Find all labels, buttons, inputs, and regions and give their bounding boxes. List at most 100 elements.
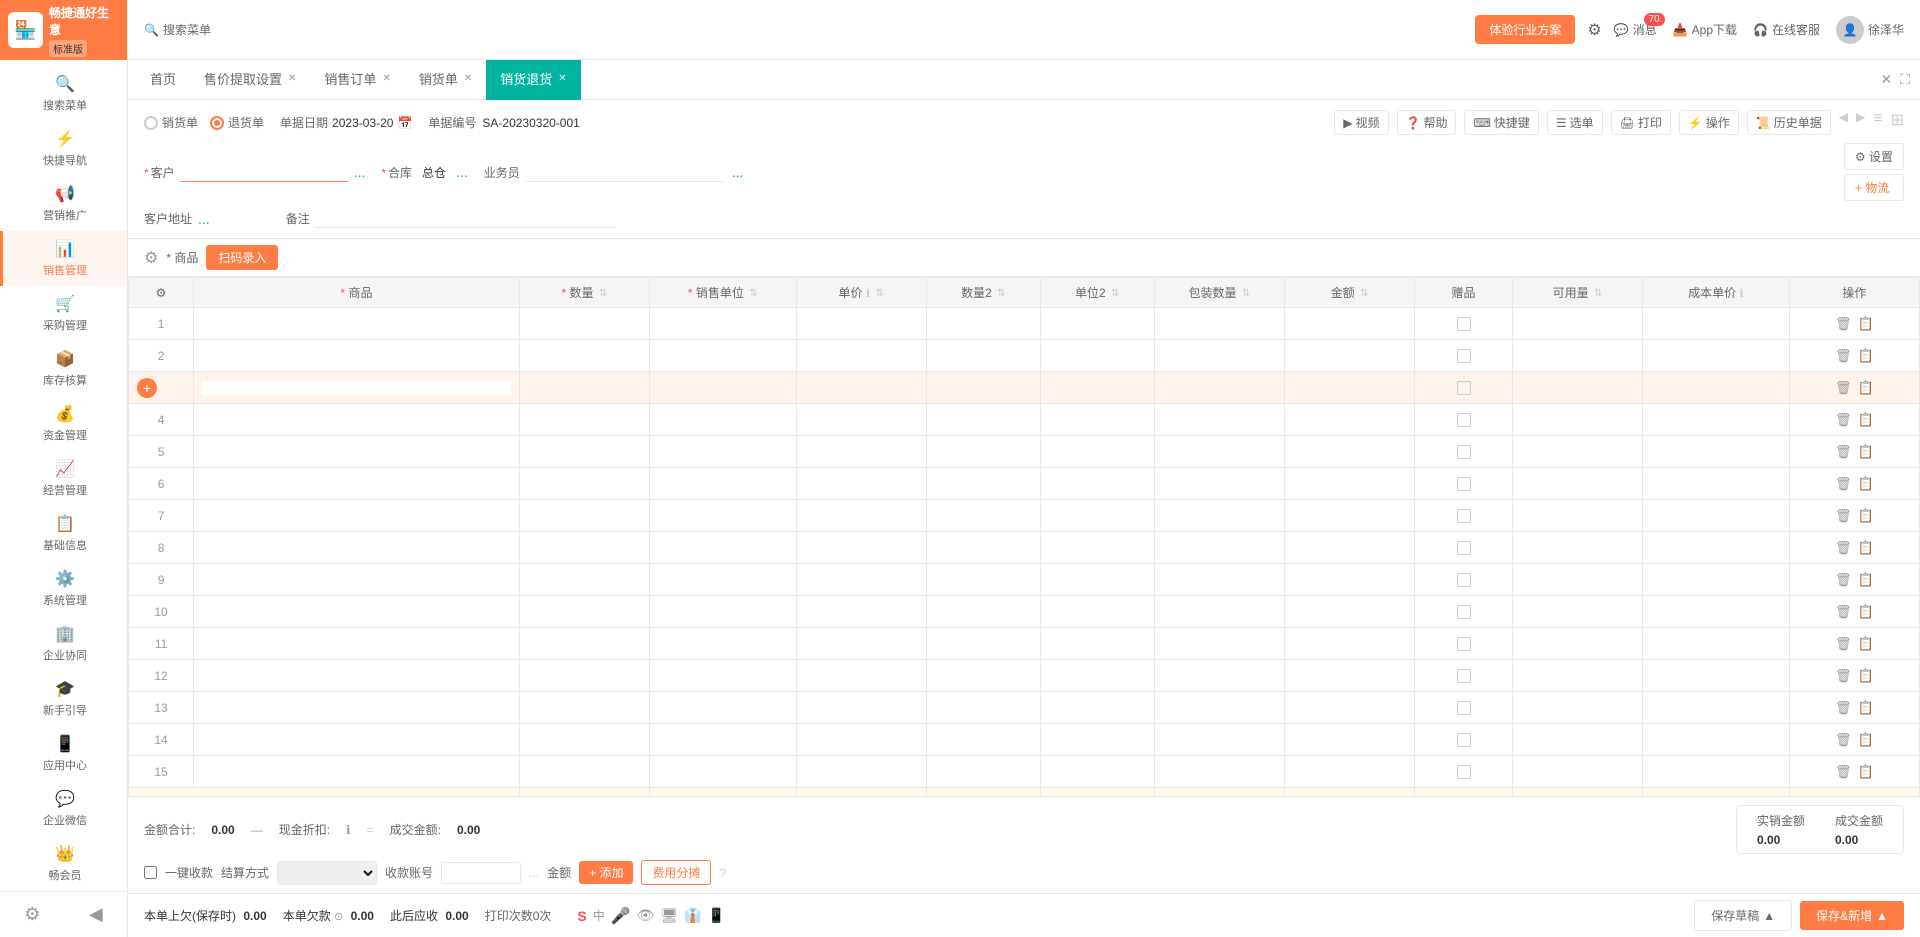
row-11-qty2[interactable] [926, 628, 1040, 660]
row-8-copy-btn[interactable]: 📋 [1858, 540, 1874, 556]
row-15-copy-btn[interactable]: 📋 [1858, 764, 1874, 780]
row-13-delete-btn[interactable]: 🗑 [1835, 700, 1852, 716]
row-10-unit2[interactable] [1040, 596, 1154, 628]
row-4-available[interactable] [1512, 404, 1642, 436]
row-11-gift-checkbox[interactable] [1457, 637, 1471, 651]
row-10-unit[interactable] [650, 596, 797, 628]
tab-sales-delivery[interactable]: 销货单 ✕ [405, 60, 486, 100]
row-1-copy-btn[interactable]: 📋 [1858, 316, 1874, 332]
row-10-cost-price[interactable] [1643, 596, 1790, 628]
row-8-amount[interactable] [1284, 532, 1414, 564]
header-settings-icon[interactable]: ⚙ [1587, 20, 1601, 40]
row-4-gift-checkbox[interactable] [1457, 413, 1471, 427]
account-picker-icon[interactable]: ... [529, 866, 539, 880]
account-input[interactable] [441, 862, 521, 884]
table-settings-gear-icon[interactable]: ⚙ [156, 286, 167, 300]
row-2-qty2[interactable] [926, 340, 1040, 372]
row-10-delete-btn[interactable]: 🗑 [1835, 604, 1852, 620]
row-2-unit2[interactable] [1040, 340, 1154, 372]
row-14-goods-cell[interactable] [194, 724, 520, 756]
row-15-gift-checkbox[interactable] [1457, 765, 1471, 779]
add-fee-btn[interactable]: + 添加 [579, 861, 633, 884]
row-3-amount[interactable] [1284, 372, 1414, 404]
row-11-cost-price[interactable] [1643, 628, 1790, 660]
online-service-btn[interactable]: 🎧 在线客服 [1753, 21, 1820, 38]
row-12-amount[interactable] [1284, 660, 1414, 692]
row-12-delete-btn[interactable]: 🗑 [1835, 668, 1852, 684]
sidebar-collapse-btn[interactable]: ◀ [85, 900, 107, 929]
row-3-goods-input[interactable] [202, 381, 511, 395]
staff-input[interactable] [526, 163, 726, 182]
row-10-goods-cell[interactable] [194, 596, 520, 628]
row-1-cost-price[interactable] [1643, 308, 1790, 340]
sidebar-item-search[interactable]: 🔍 搜索菜单 [0, 66, 127, 121]
row-15-qty[interactable] [519, 756, 649, 788]
row-8-qty[interactable] [519, 532, 649, 564]
row-4-goods-cell[interactable] [194, 404, 520, 436]
row-13-amount[interactable] [1284, 692, 1414, 724]
sidebar-item-marketing[interactable]: 📢 营销推广 [0, 176, 127, 231]
row-15-cost-price[interactable] [1643, 756, 1790, 788]
row-7-copy-btn[interactable]: 📋 [1858, 508, 1874, 524]
fee-split-btn[interactable]: 费用分摊 [641, 860, 711, 885]
row-13-qty2[interactable] [926, 692, 1040, 724]
row-15-delete-btn[interactable]: 🗑 [1835, 764, 1852, 780]
row-1-gift-checkbox[interactable] [1457, 317, 1471, 331]
row-1-unit2[interactable] [1040, 308, 1154, 340]
row-12-goods-cell[interactable] [194, 660, 520, 692]
row-3-unit[interactable] [650, 372, 797, 404]
row-6-delete-btn[interactable]: 🗑 [1835, 476, 1852, 492]
tab-close-all-btn[interactable]: ✕ [1878, 69, 1894, 90]
row-6-available[interactable] [1512, 468, 1642, 500]
row-10-price[interactable] [796, 596, 926, 628]
row-13-unit2[interactable] [1040, 692, 1154, 724]
row-10-copy-btn[interactable]: 📋 [1858, 604, 1874, 620]
row-3-cost-price[interactable] [1643, 372, 1790, 404]
row-12-price[interactable] [796, 660, 926, 692]
row-8-price[interactable] [796, 532, 926, 564]
row-4-qty[interactable] [519, 404, 649, 436]
row-13-gift-checkbox[interactable] [1457, 701, 1471, 715]
radio-return[interactable]: 退货单 [210, 114, 264, 131]
row-3-price[interactable] [796, 372, 926, 404]
row-5-delete-btn[interactable]: 🗑 [1835, 444, 1852, 460]
row-1-pack-qty[interactable] [1154, 308, 1284, 340]
tab-price-setting[interactable]: 售价提取设置 ✕ [190, 60, 310, 100]
sidebar-item-appstore[interactable]: 📱 应用中心 [0, 726, 127, 781]
row-8-available[interactable] [1512, 532, 1642, 564]
row-12-qty2[interactable] [926, 660, 1040, 692]
row-9-gift-checkbox[interactable] [1457, 573, 1471, 587]
row-15-amount[interactable] [1284, 756, 1414, 788]
row-2-unit[interactable] [650, 340, 797, 372]
calendar-icon[interactable]: 📅 [397, 116, 412, 130]
row-5-qty[interactable] [519, 436, 649, 468]
payment-help-icon[interactable]: ? [719, 866, 726, 880]
row-13-qty[interactable] [519, 692, 649, 724]
row-2-qty[interactable] [519, 340, 649, 372]
tab-close-price-setting[interactable]: ✕ [288, 73, 296, 84]
row-15-qty2[interactable] [926, 756, 1040, 788]
tab-close-sales-delivery[interactable]: ✕ [464, 73, 472, 84]
row-4-unit2[interactable] [1040, 404, 1154, 436]
row-11-price[interactable] [796, 628, 926, 660]
address-picker-btn[interactable]: ... [198, 211, 210, 227]
operate-btn[interactable]: ⚡ 操作 [1679, 110, 1739, 135]
row-3-goods-cell[interactable] [194, 372, 520, 404]
row-11-unit2[interactable] [1040, 628, 1154, 660]
row-5-gift-checkbox[interactable] [1457, 445, 1471, 459]
row-10-amount[interactable] [1284, 596, 1414, 628]
row-7-qty2[interactable] [926, 500, 1040, 532]
sidebar-item-system[interactable]: ⚙️ 系统管理 [0, 561, 127, 616]
print-btn[interactable]: 🖨 打印 [1611, 110, 1671, 135]
row-9-delete-btn[interactable]: 🗑 [1835, 572, 1852, 588]
row-8-unit[interactable] [650, 532, 797, 564]
sidebar-item-basics[interactable]: 📋 基础信息 [0, 506, 127, 561]
tab-sales-return[interactable]: 销货退货 ✕ [486, 60, 580, 100]
row-5-qty2[interactable] [926, 436, 1040, 468]
row-12-unit2[interactable] [1040, 660, 1154, 692]
row-9-amount[interactable] [1284, 564, 1414, 596]
row-8-cost-price[interactable] [1643, 532, 1790, 564]
row-6-amount[interactable] [1284, 468, 1414, 500]
date-value[interactable]: 2023-03-20 [332, 116, 393, 130]
search-menu-btn[interactable]: 🔍 搜索菜单 [144, 21, 211, 38]
